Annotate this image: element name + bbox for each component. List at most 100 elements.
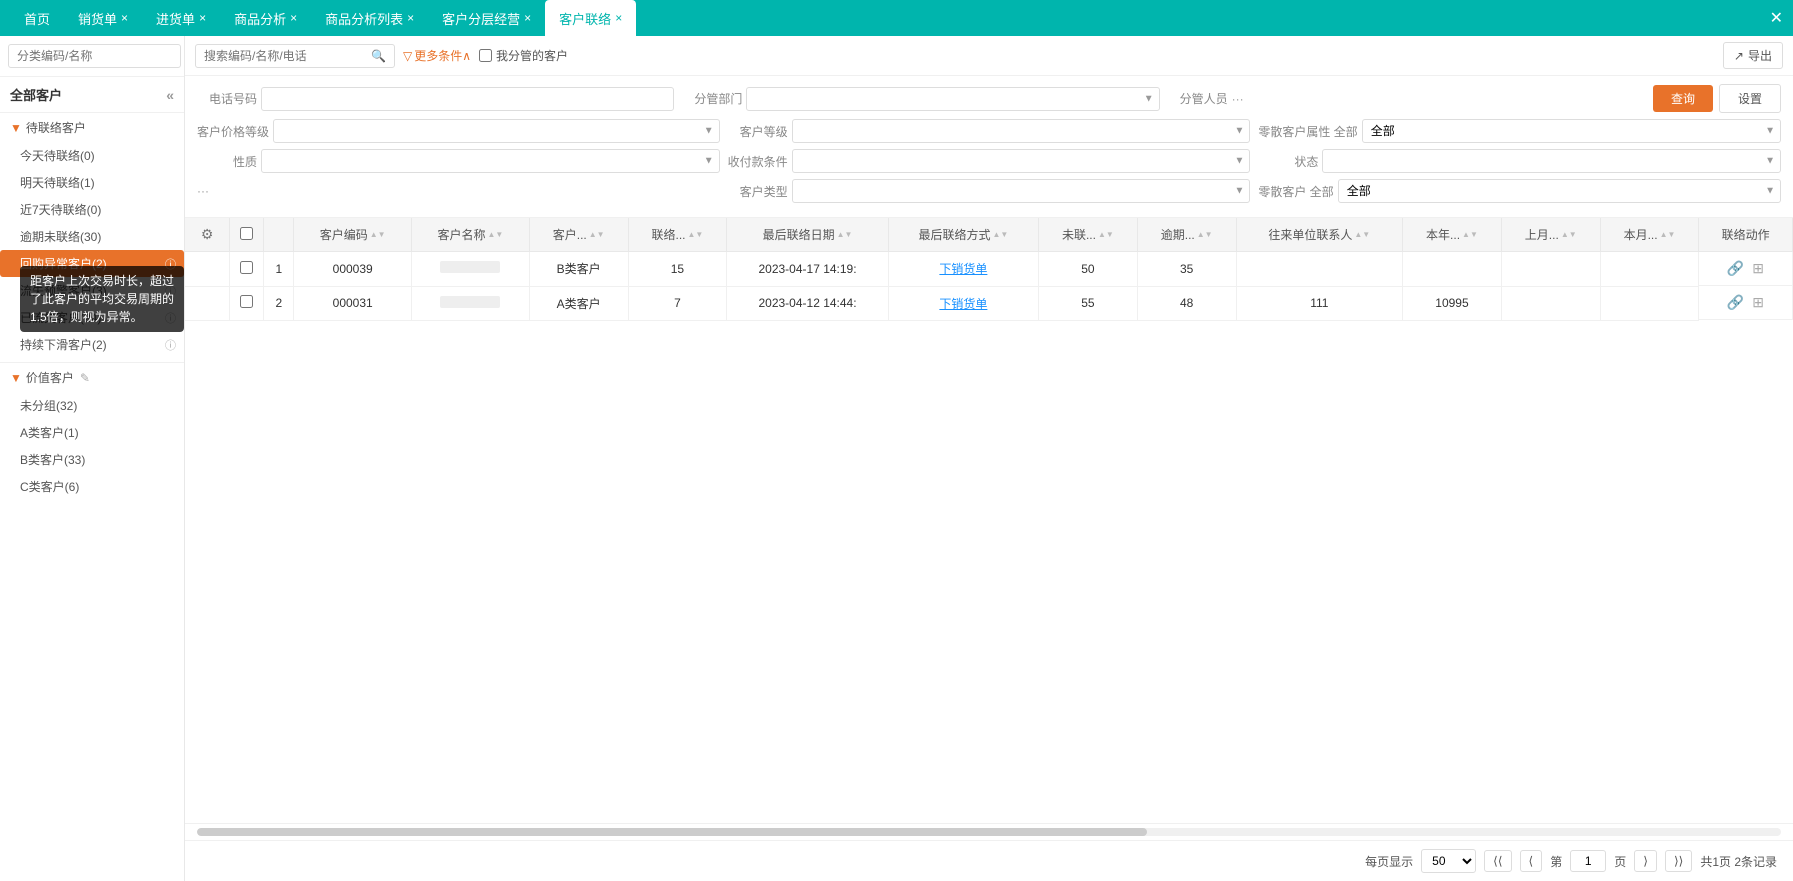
row-code-cell: 000031 — [294, 286, 412, 320]
close-sales-tab[interactable]: × — [121, 11, 128, 25]
nav-tab-purchase[interactable]: 进货单 × — [142, 0, 220, 36]
close-product-analysis-tab[interactable]: × — [290, 11, 297, 25]
horizontal-scrollbar-track[interactable] — [197, 828, 1781, 836]
code-sort-arrows: ▲▼ — [370, 231, 386, 239]
filter-row-1: 电话号码 分管部门 ▼ 分管人员 ··· — [197, 84, 1781, 113]
value-customers-edit-icon[interactable]: ✎ — [80, 371, 90, 385]
declining-help-icon[interactable]: ⓘ — [165, 337, 176, 353]
close-product-analysis-list-tab[interactable]: × — [407, 11, 414, 25]
last-month-column-header[interactable]: 上月...▲▼ — [1501, 218, 1600, 252]
filter-status-select[interactable] — [1322, 149, 1781, 173]
close-customer-contact-tab[interactable]: × — [615, 11, 622, 25]
row-checkbox-0[interactable] — [240, 261, 253, 274]
last-method-sort-button[interactable]: 最后联络方式▲▼ — [918, 226, 1008, 243]
filter-customer-grade-select[interactable] — [792, 119, 1251, 143]
more-filter-button[interactable]: ▽ 更多条件 ∧ — [403, 47, 471, 64]
next-page-button[interactable]: ⟩ — [1634, 850, 1657, 872]
table-container: ⚙ 客户编码▲▼ 客户名称▲▼ 客户...▲▼ 联络...▲▼ 最后联络日期▲▼… — [185, 218, 1793, 823]
unit-contacts-column-header[interactable]: 往来单位联系人▲▼ — [1236, 218, 1403, 252]
filter-price-grade-select[interactable] — [273, 119, 720, 143]
code-sort-button[interactable]: 客户编码▲▼ — [320, 226, 386, 243]
filter-nature-select[interactable] — [261, 149, 720, 173]
this-year-sort-button[interactable]: 本年...▲▼ — [1426, 226, 1478, 243]
last-page-button[interactable]: ⟩⟩ — [1665, 850, 1692, 872]
overdue-sort-button[interactable]: 逾期...▲▼ — [1161, 226, 1213, 243]
sidebar-item-b-class[interactable]: B类客户(33) — [0, 446, 184, 473]
sidebar-collapse-button[interactable]: « — [166, 87, 174, 103]
sidebar-item-today-pending[interactable]: 今天待联络(0) — [0, 142, 184, 169]
nav-tab-sales[interactable]: 销货单 × — [64, 0, 142, 36]
name-sort-button[interactable]: 客户名称▲▼ — [437, 226, 503, 243]
nav-tab-customer-contact[interactable]: 客户联络 × — [545, 0, 636, 36]
nav-tab-product-analysis[interactable]: 商品分析 × — [220, 0, 311, 36]
sidebar-item-a-class[interactable]: A类客户(1) — [0, 419, 184, 446]
sidebar-item-c-class[interactable]: C类客户(6) — [0, 473, 184, 500]
first-page-button[interactable]: ⟨⟨ — [1484, 850, 1511, 872]
filter-retail-customer-select-wrapper: 全部 ▼ — [1338, 179, 1781, 203]
last-contact-date-column-header[interactable]: 最后联络日期▲▼ — [727, 218, 888, 252]
last-month-sort-button[interactable]: 上月...▲▼ — [1525, 226, 1577, 243]
unit-contacts-sort-button[interactable]: 往来单位联系人▲▼ — [1268, 226, 1370, 243]
contacts-column-header[interactable]: 联络...▲▼ — [628, 218, 727, 252]
pending-contact-section[interactable]: ▼ 待联络客户 — [0, 113, 184, 142]
filter-person-dots[interactable]: ··· — [1232, 92, 1244, 106]
sidebar-item-overdue-pending[interactable]: 逾期未联络(30) — [0, 223, 184, 250]
last-contact-method-link[interactable]: 下销货单 — [939, 262, 987, 276]
sidebar-item-declining[interactable]: 持续下滑客户(2) ⓘ — [0, 331, 184, 358]
row-grid-icon[interactable]: ⊞ — [1752, 294, 1764, 311]
per-page-select[interactable]: 50 100 200 — [1421, 849, 1476, 873]
overdue-column-header[interactable]: 逾期...▲▼ — [1137, 218, 1236, 252]
this-month-sort-button[interactable]: 本月...▲▼ — [1624, 226, 1676, 243]
row-link-icon[interactable]: 🔗 — [1727, 260, 1744, 277]
sidebar-item-tomorrow-pending[interactable]: 明天待联络(1) — [0, 169, 184, 196]
value-customers-section[interactable]: ▼ 价值客户 ✎ — [0, 362, 184, 392]
uncontacted-column-header[interactable]: 未联...▲▼ — [1039, 218, 1138, 252]
sidebar-item-7days-pending[interactable]: 近7天待联络(0) — [0, 196, 184, 223]
grade-sort-button[interactable]: 客户...▲▼ — [553, 226, 605, 243]
horizontal-scrollbar-thumb[interactable] — [197, 828, 1147, 836]
filter-payment-select[interactable] — [792, 149, 1251, 173]
this-year-column-header[interactable]: 本年...▲▼ — [1403, 218, 1502, 252]
prev-page-button[interactable]: ⟨ — [1520, 850, 1543, 872]
table-settings-gear-icon[interactable]: ⚙ — [201, 226, 214, 242]
select-all-checkbox[interactable] — [240, 227, 253, 240]
last-contact-method-link[interactable]: 下销货单 — [939, 297, 987, 311]
grade-column-header[interactable]: 客户...▲▼ — [529, 218, 628, 252]
nav-tab-customer-segmentation[interactable]: 客户分层经营 × — [428, 0, 545, 36]
close-all-tabs-button[interactable]: ✕ — [1770, 8, 1783, 28]
name-sort-arrows: ▲▼ — [488, 231, 504, 239]
nav-tab-product-analysis-list[interactable]: 商品分析列表 × — [311, 0, 428, 36]
last-date-sort-button[interactable]: 最后联络日期▲▼ — [763, 226, 853, 243]
export-button[interactable]: ↗ 导出 — [1723, 42, 1783, 69]
page-number-input[interactable] — [1570, 850, 1606, 872]
settings-button[interactable]: 设置 — [1719, 84, 1781, 113]
sidebar-search-input[interactable] — [8, 44, 181, 68]
settings-column-header[interactable]: ⚙ — [185, 218, 230, 252]
contacts-sort-button[interactable]: 联络...▲▼ — [652, 226, 704, 243]
close-customer-segmentation-tab[interactable]: × — [524, 11, 531, 25]
sidebar-item-ungrouped[interactable]: 未分组(32) — [0, 392, 184, 419]
close-purchase-tab[interactable]: × — [199, 11, 206, 25]
filter-retail-customer-select[interactable]: 全部 — [1338, 179, 1781, 203]
row-checkbox-1[interactable] — [240, 295, 253, 308]
filter-customer-grade: 客户等级 ▼ — [728, 119, 1251, 143]
code-column-header[interactable]: 客户编码▲▼ — [294, 218, 412, 252]
query-button[interactable]: 查询 — [1653, 85, 1713, 112]
this-month-column-header[interactable]: 本月...▲▼ — [1600, 218, 1699, 252]
row-grid-icon[interactable]: ⊞ — [1752, 260, 1764, 277]
filter-department-select[interactable] — [746, 87, 1159, 111]
toolbar-search-input[interactable] — [204, 49, 367, 63]
filter-retail-attr-select[interactable]: 全部 — [1362, 119, 1781, 143]
filter-phone-input[interactable] — [261, 87, 674, 111]
my-customer-checkbox[interactable] — [479, 49, 492, 62]
name-column-header[interactable]: 客户名称▲▼ — [412, 218, 530, 252]
last-contact-method-column-header[interactable]: 最后联络方式▲▼ — [888, 218, 1038, 252]
value-customers-arrow: ▼ — [10, 371, 22, 385]
filter-customer-type-select[interactable] — [792, 179, 1251, 203]
filter-customer-grade-label: 客户等级 — [728, 123, 788, 140]
uncontacted-sort-button[interactable]: 未联...▲▼ — [1062, 226, 1114, 243]
filter-extra-dots[interactable]: ··· — [197, 184, 209, 198]
row-link-icon[interactable]: 🔗 — [1727, 294, 1744, 311]
nav-tab-home[interactable]: 首页 — [10, 0, 64, 36]
toolbar-search-icon[interactable]: 🔍 — [371, 49, 386, 63]
